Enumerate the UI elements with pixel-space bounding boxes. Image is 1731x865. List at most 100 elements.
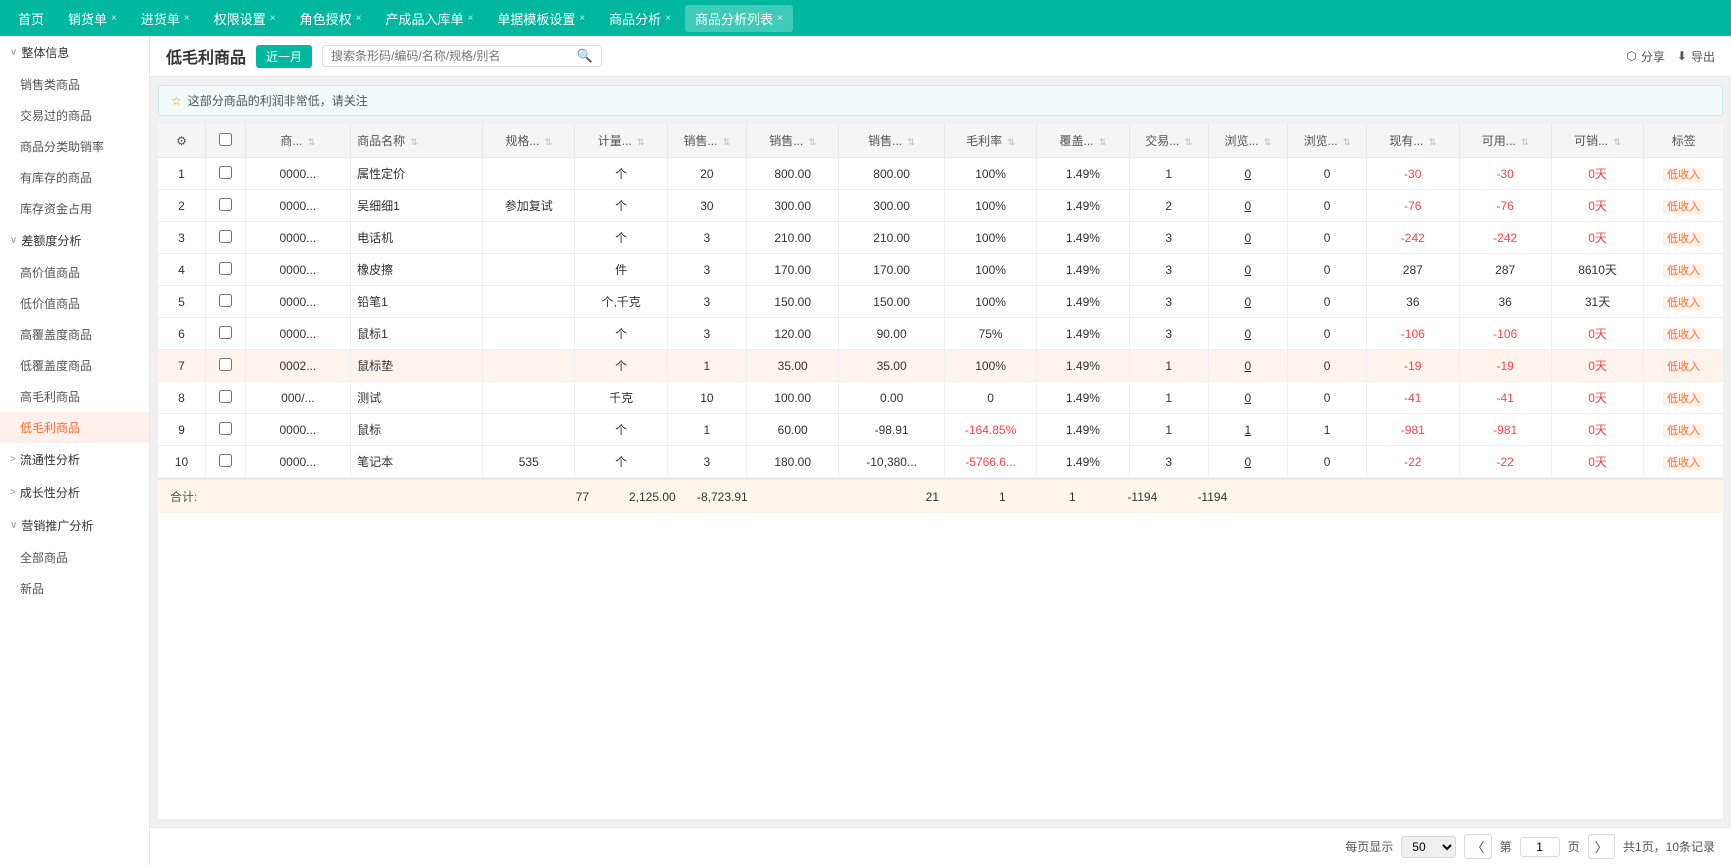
row-checkbox[interactable]: [219, 390, 232, 403]
cell-name[interactable]: 鼠标垫: [351, 350, 483, 382]
share-button[interactable]: ⬡ 分享: [1626, 48, 1665, 65]
page-number-input[interactable]: [1520, 837, 1560, 857]
nav-item-进货单[interactable]: 进货单×: [131, 5, 200, 32]
row-checkbox[interactable]: [219, 422, 232, 435]
cell-checkbox[interactable]: [206, 190, 246, 222]
nav-close-icon[interactable]: ×: [467, 13, 473, 24]
row-checkbox[interactable]: [219, 198, 232, 211]
select-all-checkbox[interactable]: [219, 133, 232, 146]
th-view2[interactable]: 浏览... ⇅: [1287, 124, 1366, 158]
th-view1[interactable]: 浏览... ⇅: [1208, 124, 1287, 158]
sidebar-item-高覆盖度商品[interactable]: 高覆盖度商品: [0, 319, 149, 350]
cell-name[interactable]: 笔记本: [351, 446, 483, 478]
sidebar-item-低毛利商品[interactable]: 低毛利商品: [0, 412, 149, 443]
nav-close-icon[interactable]: ×: [111, 13, 117, 24]
sidebar-item-高价值商品[interactable]: 高价值商品: [0, 257, 149, 288]
cell-view1[interactable]: 0: [1208, 446, 1287, 478]
row-checkbox[interactable]: [219, 358, 232, 371]
nav-item-权限设置[interactable]: 权限设置×: [204, 5, 286, 32]
nav-close-icon[interactable]: ×: [356, 13, 362, 24]
nav-item-商品分析列表[interactable]: 商品分析列表×: [685, 5, 793, 32]
th-trade-count[interactable]: 交易... ⇅: [1129, 124, 1208, 158]
cell-checkbox[interactable]: [206, 254, 246, 286]
cell-name[interactable]: 属性定价: [351, 158, 483, 190]
search-icon[interactable]: 🔍: [577, 48, 593, 64]
th-code[interactable]: 商... ⇅: [245, 124, 351, 158]
cell-checkbox[interactable]: [206, 350, 246, 382]
nav-item-角色授权[interactable]: 角色授权×: [290, 5, 372, 32]
nav-item-首页[interactable]: 首页: [8, 5, 54, 32]
nav-item-产成品入库单[interactable]: 产成品入库单×: [375, 5, 483, 32]
next-page-button[interactable]: 〉: [1588, 834, 1615, 859]
cell-checkbox[interactable]: [206, 414, 246, 446]
th-checkbox[interactable]: [206, 124, 246, 158]
cell-view1[interactable]: 0: [1208, 158, 1287, 190]
th-sale-qty[interactable]: 销售... ⇅: [667, 124, 746, 158]
page-size-select[interactable]: 50 100 200: [1401, 836, 1456, 858]
nav-close-icon[interactable]: ×: [184, 13, 190, 24]
nav-item-单据模板设置[interactable]: 单据模板设置×: [487, 5, 595, 32]
cell-name[interactable]: 鼠标: [351, 414, 483, 446]
th-cover-rate[interactable]: 覆盖... ⇅: [1037, 124, 1129, 158]
cell-view1[interactable]: 0: [1208, 382, 1287, 414]
nav-item-销货单[interactable]: 销货单×: [58, 5, 127, 32]
cell-checkbox[interactable]: [206, 222, 246, 254]
sidebar-group-整体信息[interactable]: ∨ 整体信息: [0, 36, 149, 69]
cell-checkbox[interactable]: [206, 318, 246, 350]
th-settings[interactable]: ⚙: [158, 124, 206, 158]
export-button[interactable]: ⬇ 导出: [1677, 48, 1715, 65]
cell-name[interactable]: 橡皮擦: [351, 254, 483, 286]
sidebar-item-库存资金占用[interactable]: 库存资金占用: [0, 193, 149, 224]
cell-checkbox[interactable]: [206, 446, 246, 478]
row-checkbox[interactable]: [219, 230, 232, 243]
cell-name[interactable]: 吴细细1: [351, 190, 483, 222]
row-checkbox[interactable]: [219, 326, 232, 339]
cell-name[interactable]: 鼠标1: [351, 318, 483, 350]
th-spec[interactable]: 规格... ⇅: [483, 124, 575, 158]
sidebar-item-销售类商品[interactable]: 销售类商品: [0, 69, 149, 100]
data-table-container[interactable]: ⚙ 商... ⇅ 商品名称 ⇅ 规格... ⇅ 计量... ⇅ 销售... ⇅ …: [158, 124, 1723, 819]
nav-close-icon[interactable]: ×: [579, 13, 585, 24]
sidebar-item-高毛利商品[interactable]: 高毛利商品: [0, 381, 149, 412]
nav-item-商品分析[interactable]: 商品分析×: [599, 5, 681, 32]
cell-view1[interactable]: 0: [1208, 318, 1287, 350]
cell-checkbox[interactable]: [206, 382, 246, 414]
sidebar-group-成长性分析[interactable]: > 成长性分析: [0, 476, 149, 509]
sidebar-item-新品[interactable]: 新品: [0, 573, 149, 604]
row-checkbox[interactable]: [219, 294, 232, 307]
sidebar-item-交易过的商品[interactable]: 交易过的商品: [0, 100, 149, 131]
row-checkbox[interactable]: [219, 262, 232, 275]
cell-name[interactable]: 测试: [351, 382, 483, 414]
sidebar-item-全部商品[interactable]: 全部商品: [0, 542, 149, 573]
search-input[interactable]: [331, 49, 573, 63]
sidebar-item-有库存的商品[interactable]: 有库存的商品: [0, 162, 149, 193]
cell-view1[interactable]: 0: [1208, 190, 1287, 222]
row-checkbox[interactable]: [219, 454, 232, 467]
sidebar-group-营销推广分析[interactable]: ∨ 营销推广分析: [0, 509, 149, 542]
th-available[interactable]: 可用... ⇅: [1459, 124, 1551, 158]
nav-close-icon[interactable]: ×: [777, 13, 783, 24]
cell-name[interactable]: 电话机: [351, 222, 483, 254]
sidebar-group-流通性分析[interactable]: > 流通性分析: [0, 443, 149, 476]
sidebar-item-商品分类助销率[interactable]: 商品分类助销率: [0, 131, 149, 162]
cell-view1[interactable]: 1: [1208, 414, 1287, 446]
prev-page-button[interactable]: 〈: [1464, 834, 1491, 859]
th-name[interactable]: 商品名称 ⇅: [351, 124, 483, 158]
th-saleable-days[interactable]: 可销... ⇅: [1551, 124, 1643, 158]
cell-name[interactable]: 铅笔1: [351, 286, 483, 318]
date-filter-button[interactable]: 近一月: [256, 45, 312, 68]
sidebar-group-差额度分析[interactable]: ∨ 差额度分析: [0, 224, 149, 257]
cell-view1[interactable]: 0: [1208, 286, 1287, 318]
cell-checkbox[interactable]: [206, 286, 246, 318]
row-checkbox[interactable]: [219, 166, 232, 179]
sidebar-item-低覆盖度商品[interactable]: 低覆盖度商品: [0, 350, 149, 381]
cell-view1[interactable]: 0: [1208, 254, 1287, 286]
th-unit[interactable]: 计量... ⇅: [575, 124, 667, 158]
cell-view1[interactable]: 0: [1208, 222, 1287, 254]
th-gross-rate[interactable]: 毛利率 ⇅: [944, 124, 1036, 158]
cell-checkbox[interactable]: [206, 158, 246, 190]
th-current-stock[interactable]: 现有... ⇅: [1367, 124, 1459, 158]
sidebar-item-低价值商品[interactable]: 低价值商品: [0, 288, 149, 319]
nav-close-icon[interactable]: ×: [270, 13, 276, 24]
nav-close-icon[interactable]: ×: [665, 13, 671, 24]
